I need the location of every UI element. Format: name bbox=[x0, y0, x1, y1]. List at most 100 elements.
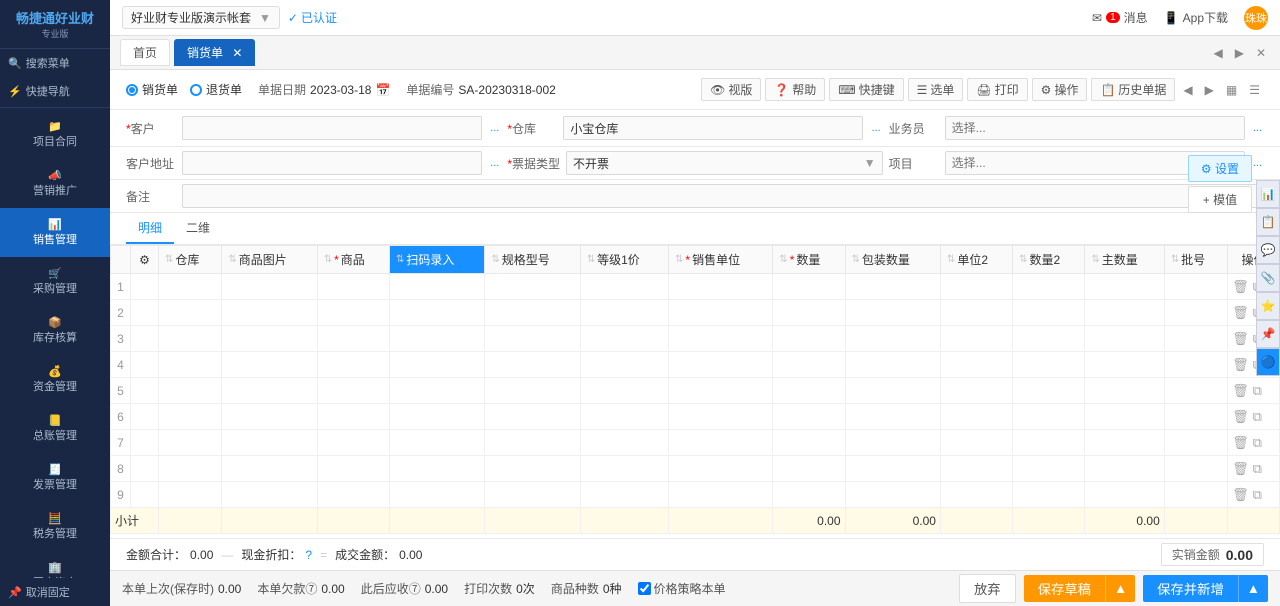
tab-home[interactable]: 首页 bbox=[120, 39, 170, 66]
message-button[interactable]: ✉ 1 消息 bbox=[1092, 9, 1148, 26]
cell-main_qty[interactable] bbox=[1085, 456, 1164, 482]
col-sort-icon[interactable]: ⇅ bbox=[491, 254, 499, 265]
cell-batch[interactable] bbox=[1164, 300, 1227, 326]
cell-batch[interactable] bbox=[1164, 378, 1227, 404]
cell-qty2[interactable] bbox=[1013, 430, 1085, 456]
user-menu[interactable]: 珠珠 bbox=[1244, 6, 1268, 30]
cell-pack_qty[interactable] bbox=[845, 274, 940, 300]
nav-prev-icon[interactable]: ◀ bbox=[1179, 81, 1196, 99]
cell-product_img[interactable] bbox=[222, 378, 317, 404]
cell-sales_unit[interactable] bbox=[669, 378, 773, 404]
sidebar-item-purchase[interactable]: 🛒 采购管理 bbox=[0, 257, 110, 306]
cell-barcode_entry[interactable] bbox=[389, 274, 484, 300]
col-sort-icon[interactable]: ⇅ bbox=[947, 254, 955, 265]
cell-product[interactable] bbox=[317, 274, 389, 300]
col-sort-icon[interactable]: ⇅ bbox=[675, 254, 683, 265]
select-btn[interactable]: ☰选单 bbox=[908, 78, 964, 101]
customer-more-btn[interactable]: ... bbox=[488, 122, 501, 134]
cell-barcode_entry[interactable] bbox=[389, 430, 484, 456]
cell-qty2[interactable] bbox=[1013, 482, 1085, 508]
radio-sales[interactable]: 销货单 bbox=[126, 81, 178, 98]
col-sort-icon[interactable]: ⇅ bbox=[324, 254, 332, 265]
cell-unit2[interactable] bbox=[940, 274, 1012, 300]
right-tool-7[interactable]: 🔵 bbox=[1256, 348, 1280, 376]
cell-quantity[interactable] bbox=[773, 430, 845, 456]
cell-main_qty[interactable] bbox=[1085, 404, 1164, 430]
view-btn[interactable]: 👁视版 bbox=[701, 78, 761, 101]
cell-product[interactable] bbox=[317, 404, 389, 430]
history-btn[interactable]: 📋历史单据 bbox=[1091, 78, 1175, 101]
right-tool-4[interactable]: 📎 bbox=[1256, 264, 1280, 292]
operation-btn[interactable]: ⚙操作 bbox=[1032, 78, 1088, 101]
cell-qty2[interactable] bbox=[1013, 352, 1085, 378]
cell-pack_qty[interactable] bbox=[845, 326, 940, 352]
cell-sales_unit[interactable] bbox=[669, 430, 773, 456]
cell-price1[interactable] bbox=[580, 430, 668, 456]
cell-unit2[interactable] bbox=[940, 482, 1012, 508]
tab-detail[interactable]: 明细 bbox=[126, 213, 174, 244]
cell-price1[interactable] bbox=[580, 482, 668, 508]
cell-sales_unit[interactable] bbox=[669, 300, 773, 326]
sidebar-item-quick[interactable]: ⚡ 快捷导航 bbox=[0, 77, 110, 105]
cell-unit2[interactable] bbox=[940, 326, 1012, 352]
cell-qty2[interactable] bbox=[1013, 456, 1085, 482]
sidebar-item-marketing[interactable]: 📣 营销推广 bbox=[0, 159, 110, 208]
cell-quantity[interactable] bbox=[773, 378, 845, 404]
right-tool-6[interactable]: 📌 bbox=[1256, 320, 1280, 348]
cell-price1[interactable] bbox=[580, 404, 668, 430]
cell-barcode_entry[interactable] bbox=[389, 404, 484, 430]
cell-unit2[interactable] bbox=[940, 404, 1012, 430]
cell-pack_qty[interactable] bbox=[845, 404, 940, 430]
cell-qty2[interactable] bbox=[1013, 404, 1085, 430]
col-settings[interactable]: ⚙ bbox=[131, 246, 159, 274]
cell-quantity[interactable] bbox=[773, 352, 845, 378]
settings-action-btn[interactable]: ⚙ 设置 bbox=[1188, 155, 1252, 182]
cell-product_img[interactable] bbox=[222, 274, 317, 300]
cell-quantity[interactable] bbox=[773, 326, 845, 352]
cell-unit2[interactable] bbox=[940, 378, 1012, 404]
cell-main_qty[interactable] bbox=[1085, 300, 1164, 326]
cell-product[interactable] bbox=[317, 456, 389, 482]
cell-warehouse[interactable] bbox=[159, 456, 222, 482]
cell-warehouse[interactable] bbox=[159, 482, 222, 508]
delete-row-icon[interactable]: 🗑 bbox=[1232, 383, 1249, 399]
col-sort-icon[interactable]: ⇅ bbox=[228, 254, 236, 265]
col-sort-icon[interactable]: ⇅ bbox=[852, 254, 860, 265]
cell-qty2[interactable] bbox=[1013, 274, 1085, 300]
cell-spec[interactable] bbox=[485, 430, 580, 456]
cell-spec[interactable] bbox=[485, 456, 580, 482]
cell-pack_qty[interactable] bbox=[845, 300, 940, 326]
cell-barcode_entry[interactable] bbox=[389, 300, 484, 326]
cell-barcode_entry[interactable] bbox=[389, 326, 484, 352]
cell-warehouse[interactable] bbox=[159, 326, 222, 352]
list-view-icon[interactable]: ☰ bbox=[1245, 81, 1264, 99]
cell-main_qty[interactable] bbox=[1085, 378, 1164, 404]
row-settings[interactable] bbox=[131, 404, 159, 430]
app-download-button[interactable]: 📱 App下载 bbox=[1164, 9, 1228, 26]
cell-main_qty[interactable] bbox=[1085, 352, 1164, 378]
customer-input[interactable] bbox=[182, 116, 482, 140]
note-input[interactable] bbox=[182, 184, 1264, 208]
right-tool-3[interactable]: 💬 bbox=[1256, 236, 1280, 264]
cell-product_img[interactable] bbox=[222, 482, 317, 508]
tab-prev-icon[interactable]: ◀ bbox=[1209, 44, 1226, 62]
right-tool-1[interactable]: 📊 bbox=[1256, 180, 1280, 208]
cell-product[interactable] bbox=[317, 430, 389, 456]
right-tool-5[interactable]: ⭐ bbox=[1256, 292, 1280, 320]
cell-unit2[interactable] bbox=[940, 300, 1012, 326]
invoice-select[interactable]: 不开票 ▼ bbox=[566, 151, 883, 175]
cell-spec[interactable] bbox=[485, 300, 580, 326]
col-sort-icon[interactable]: ⇅ bbox=[587, 254, 595, 265]
cell-main_qty[interactable] bbox=[1085, 326, 1164, 352]
cell-qty2[interactable] bbox=[1013, 326, 1085, 352]
cell-product_img[interactable] bbox=[222, 326, 317, 352]
sidebar-item-sales[interactable]: 📊 销售管理 bbox=[0, 208, 110, 257]
cell-batch[interactable] bbox=[1164, 482, 1227, 508]
cell-product_img[interactable] bbox=[222, 352, 317, 378]
cell-product_img[interactable] bbox=[222, 300, 317, 326]
cell-barcode_entry[interactable] bbox=[389, 456, 484, 482]
save-new-button[interactable]: 保存并新增 bbox=[1143, 575, 1238, 602]
cell-quantity[interactable] bbox=[773, 404, 845, 430]
cell-product[interactable] bbox=[317, 352, 389, 378]
row-settings[interactable] bbox=[131, 456, 159, 482]
